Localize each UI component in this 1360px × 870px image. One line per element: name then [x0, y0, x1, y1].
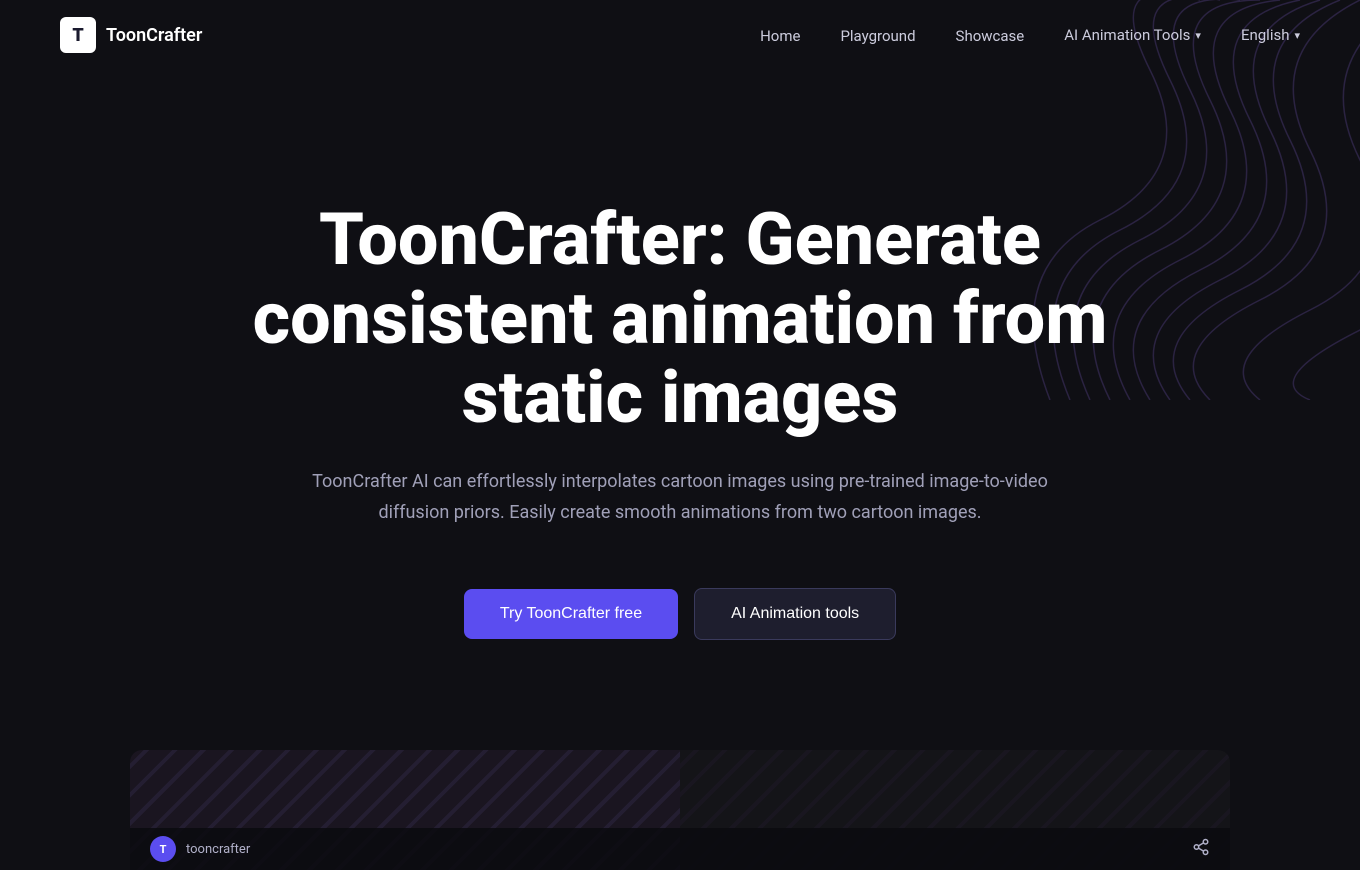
nav-links: Home Playground Showcase AI Animation To…: [760, 26, 1300, 45]
chevron-down-icon: ▾: [1195, 29, 1201, 42]
hero-subtitle: ToonCrafter AI can effortlessly interpol…: [300, 467, 1060, 528]
hero-section: ToonCrafter: Generate consistent animati…: [0, 70, 1360, 750]
try-free-button[interactable]: Try ToonCrafter free: [464, 589, 678, 639]
chevron-down-icon: ▾: [1294, 29, 1300, 42]
nav-item-showcase[interactable]: Showcase: [956, 26, 1025, 45]
page-wrapper: .deco-line { fill: none; stroke: #3d3060…: [0, 0, 1360, 870]
nav-item-playground[interactable]: Playground: [840, 26, 915, 45]
logo-area[interactable]: T ToonCrafter: [60, 17, 202, 53]
hero-title: ToonCrafter: Generate consistent animati…: [230, 200, 1130, 438]
nav-item-home[interactable]: Home: [760, 26, 800, 45]
nav-item-language[interactable]: English ▾: [1241, 26, 1300, 44]
video-bottom-bar: T tooncrafter: [130, 828, 1230, 870]
brand-name: ToonCrafter: [106, 25, 202, 46]
video-preview-wrapper: T tooncrafter: [0, 750, 1360, 870]
share-icon[interactable]: [1192, 838, 1210, 860]
logo-icon: T: [60, 17, 96, 53]
hero-buttons: Try ToonCrafter free AI Animation tools: [464, 588, 896, 640]
nav-item-ai-tools[interactable]: AI Animation Tools ▾: [1064, 26, 1201, 44]
channel-name: tooncrafter: [186, 842, 250, 857]
avatar: T: [150, 836, 176, 862]
navbar: T ToonCrafter Home Playground Showcase A…: [0, 0, 1360, 70]
ai-tools-button[interactable]: AI Animation tools: [694, 588, 896, 640]
video-preview[interactable]: T tooncrafter: [130, 750, 1230, 870]
